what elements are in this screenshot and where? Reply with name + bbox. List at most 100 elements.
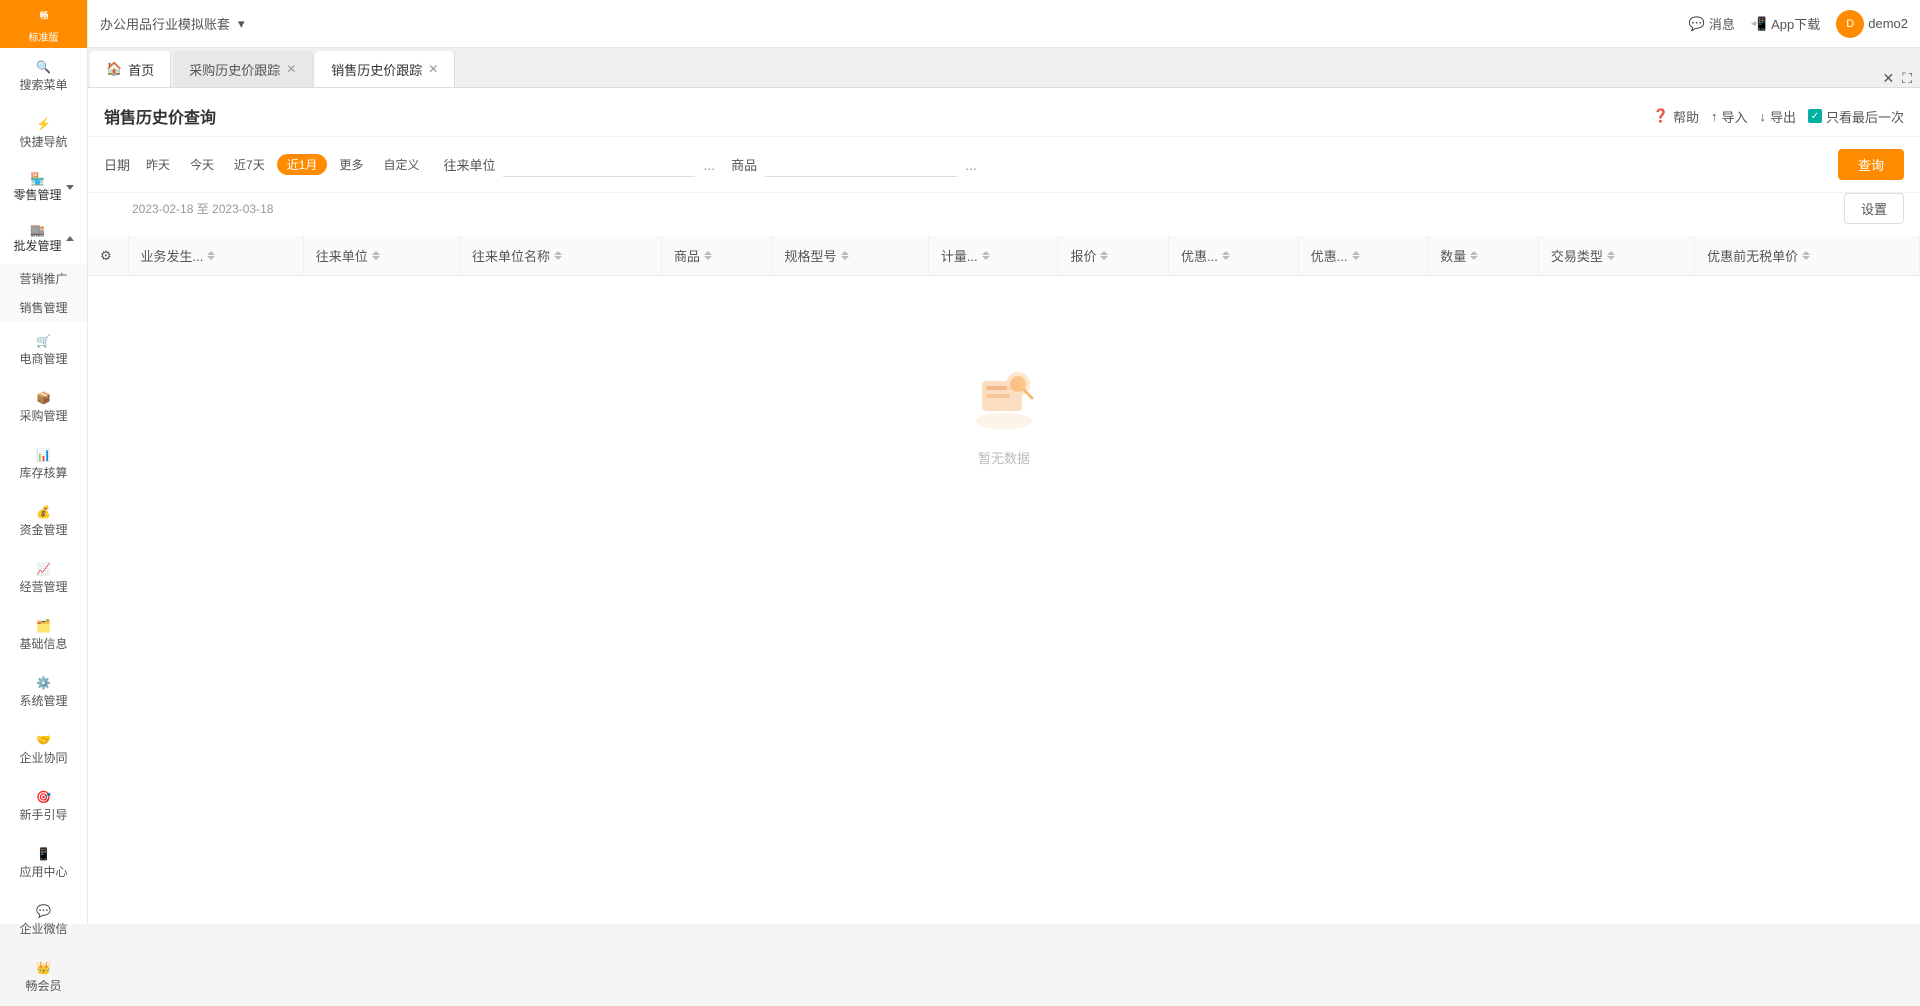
sidebar-item-retail[interactable]: 🏪 零售管理 bbox=[0, 162, 87, 213]
help-icon: ❓ bbox=[1653, 108, 1669, 124]
goods-filter-group: 商品 ... bbox=[731, 153, 977, 177]
topbar-right: 💬 消息 📲 App下载 D demo2 bbox=[1689, 10, 1908, 38]
table-header-row: ⚙ 业务发生... 往来单位 bbox=[88, 236, 1920, 276]
shortcut-icon: ⚡ bbox=[4, 117, 83, 131]
close-tab-button[interactable]: ✕ bbox=[1882, 70, 1894, 87]
filter-buttons: 查询 bbox=[1838, 149, 1904, 180]
topbar-left: 办公用品行业模拟账套 ▾ bbox=[100, 14, 245, 33]
th-discount2[interactable]: 优惠... bbox=[1298, 236, 1428, 276]
sidebar-item-search[interactable]: 🔍 搜索菜单 bbox=[0, 48, 87, 105]
th-settings[interactable]: ⚙ bbox=[88, 236, 128, 276]
th-biz-date[interactable]: 业务发生... bbox=[128, 236, 303, 276]
date-option-more[interactable]: 更多 bbox=[331, 154, 371, 175]
basic-icon: 🗂️ bbox=[4, 619, 83, 633]
topbar: 办公用品行业模拟账套 ▾ 💬 消息 📲 App下载 D demo2 bbox=[88, 0, 1920, 48]
th-quantity[interactable]: 数量 bbox=[1428, 236, 1539, 276]
app-dropdown[interactable]: ▾ bbox=[238, 16, 245, 32]
sort-icon bbox=[841, 251, 849, 260]
app-title: 办公用品行业模拟账套 bbox=[100, 14, 230, 33]
partner-filter-group: 往来单位 ... bbox=[443, 153, 715, 177]
th-goods[interactable]: 商品 bbox=[661, 236, 772, 276]
logo: 畅 标准版 bbox=[0, 0, 87, 48]
vip-icon: 👑 bbox=[4, 961, 83, 975]
sort-icon bbox=[1222, 251, 1230, 260]
tab-home[interactable]: 🏠 首页 bbox=[90, 51, 171, 87]
sort-icon bbox=[372, 251, 380, 260]
ecommerce-icon: 🛒 bbox=[4, 334, 83, 348]
help-action[interactable]: ❓ 帮助 bbox=[1653, 107, 1699, 126]
user-menu[interactable]: D demo2 bbox=[1836, 10, 1908, 38]
empty-text: 暂无数据 bbox=[978, 448, 1030, 467]
partner-input[interactable] bbox=[503, 153, 695, 177]
sidebar-item-operations[interactable]: 📈 经营管理 bbox=[0, 550, 87, 607]
filter-row2: 2023-02-18 至 2023-03-18 设置 bbox=[88, 193, 1920, 236]
app-download-action[interactable]: 📲 App下载 bbox=[1751, 14, 1820, 33]
th-quote[interactable]: 报价 bbox=[1058, 236, 1169, 276]
page-header: 销售历史价查询 ❓ 帮助 ↑ 导入 ↓ 导出 只看最后一次 bbox=[88, 88, 1920, 137]
date-option-today[interactable]: 今天 bbox=[182, 154, 222, 175]
only-last-checkbox[interactable]: 只看最后一次 bbox=[1808, 107, 1904, 126]
sidebar-item-enterprise[interactable]: 🤝 企业协同 bbox=[0, 721, 87, 778]
sidebar-item-system[interactable]: ⚙️ 系统管理 bbox=[0, 664, 87, 721]
sidebar-item-inventory[interactable]: 📊 库存核算 bbox=[0, 436, 87, 493]
sidebar-item-wholesale[interactable]: 🏬 批发管理 bbox=[0, 213, 87, 264]
newbie-icon: 🎯 bbox=[4, 790, 83, 804]
enterprise-icon: 🤝 bbox=[4, 733, 83, 747]
sidebar-item-shortcut[interactable]: ⚡ 快捷导航 bbox=[0, 105, 87, 162]
inventory-icon: 📊 bbox=[4, 448, 83, 462]
retail-icon: 🏪 bbox=[13, 172, 61, 186]
page-title: 销售历史价查询 bbox=[104, 104, 216, 128]
export-action[interactable]: ↓ 导出 bbox=[1759, 107, 1796, 126]
sort-icon bbox=[1607, 251, 1615, 260]
table-header: ⚙ 业务发生... 往来单位 bbox=[88, 236, 1920, 276]
date-option-7days[interactable]: 近7天 bbox=[226, 154, 273, 175]
date-option-1month[interactable]: 近1月 bbox=[277, 154, 328, 175]
system-icon: ⚙️ bbox=[4, 676, 83, 690]
logo-text: 标准版 bbox=[29, 29, 59, 44]
tab-sales[interactable]: 销售历史价跟踪 ✕ bbox=[315, 51, 455, 87]
th-partner-code[interactable]: 往来单位 bbox=[303, 236, 459, 276]
th-discount1[interactable]: 优惠... bbox=[1169, 236, 1299, 276]
tab-actions: ✕ ⛶ bbox=[1882, 70, 1920, 87]
sidebar-item-finance[interactable]: 💰 资金管理 bbox=[0, 493, 87, 550]
message-action[interactable]: 💬 消息 bbox=[1689, 14, 1735, 33]
tab-purchase[interactable]: 采购历史价跟踪 ✕ bbox=[173, 51, 313, 87]
download-icon: 📲 bbox=[1751, 16, 1767, 32]
tab-purchase-close[interactable]: ✕ bbox=[286, 62, 296, 76]
sidebar-item-ecommerce[interactable]: 🛒 电商管理 bbox=[0, 322, 87, 379]
sidebar-item-appstore[interactable]: 📱 应用中心 bbox=[0, 835, 87, 892]
date-options: 昨天 今天 近7天 近1月 更多 自定义 bbox=[138, 154, 427, 175]
partner-label: 往来单位 bbox=[443, 155, 495, 174]
tabbar: 🏠 首页 采购历史价跟踪 ✕ 销售历史价跟踪 ✕ ✕ ⛶ bbox=[88, 48, 1920, 88]
sidebar-item-marketing[interactable]: 营销推广 bbox=[0, 264, 87, 293]
sort-icon bbox=[1352, 251, 1360, 260]
goods-input[interactable] bbox=[765, 153, 957, 177]
import-action[interactable]: ↑ 导入 bbox=[1711, 107, 1748, 126]
sidebar-item-basic[interactable]: 🗂️ 基础信息 bbox=[0, 607, 87, 664]
sidebar-item-newbie[interactable]: 🎯 新手引导 bbox=[0, 778, 87, 835]
avatar: D bbox=[1836, 10, 1864, 38]
goods-search-icon[interactable]: ... bbox=[965, 157, 977, 173]
empty-svg bbox=[964, 356, 1044, 436]
settings-button[interactable]: 设置 bbox=[1844, 193, 1904, 224]
date-option-custom[interactable]: 自定义 bbox=[375, 154, 427, 175]
svg-text:畅: 畅 bbox=[39, 9, 48, 20]
sidebar-item-vip[interactable]: 👑 畅会员 bbox=[0, 949, 87, 1006]
th-spec[interactable]: 规格型号 bbox=[772, 236, 928, 276]
query-button[interactable]: 查询 bbox=[1838, 149, 1904, 180]
appstore-icon: 📱 bbox=[4, 847, 83, 861]
th-pretax-price[interactable]: 优惠前无税单价 bbox=[1695, 236, 1920, 276]
tab-sales-close[interactable]: ✕ bbox=[428, 62, 438, 76]
sidebar-item-purchase[interactable]: 📦 采购管理 bbox=[0, 379, 87, 436]
sidebar: 畅 标准版 🔍 搜索菜单 ⚡ 快捷导航 🏪 零售管理 🏬 批发管理 营销推广 销… bbox=[0, 0, 88, 924]
sidebar-item-wechat[interactable]: 💬 企业微信 bbox=[0, 892, 87, 949]
th-trade-type[interactable]: 交易类型 bbox=[1538, 236, 1694, 276]
maximize-button[interactable]: ⛶ bbox=[1902, 70, 1912, 87]
sidebar-item-sales-mgmt[interactable]: 销售管理 bbox=[0, 293, 87, 322]
date-option-yesterday[interactable]: 昨天 bbox=[138, 154, 178, 175]
th-partner-name[interactable]: 往来单位名称 bbox=[460, 236, 662, 276]
sort-icon bbox=[704, 251, 712, 260]
th-unit[interactable]: 计量... bbox=[928, 236, 1058, 276]
partner-search-icon[interactable]: ... bbox=[703, 157, 715, 173]
import-icon: ↑ bbox=[1711, 109, 1718, 124]
